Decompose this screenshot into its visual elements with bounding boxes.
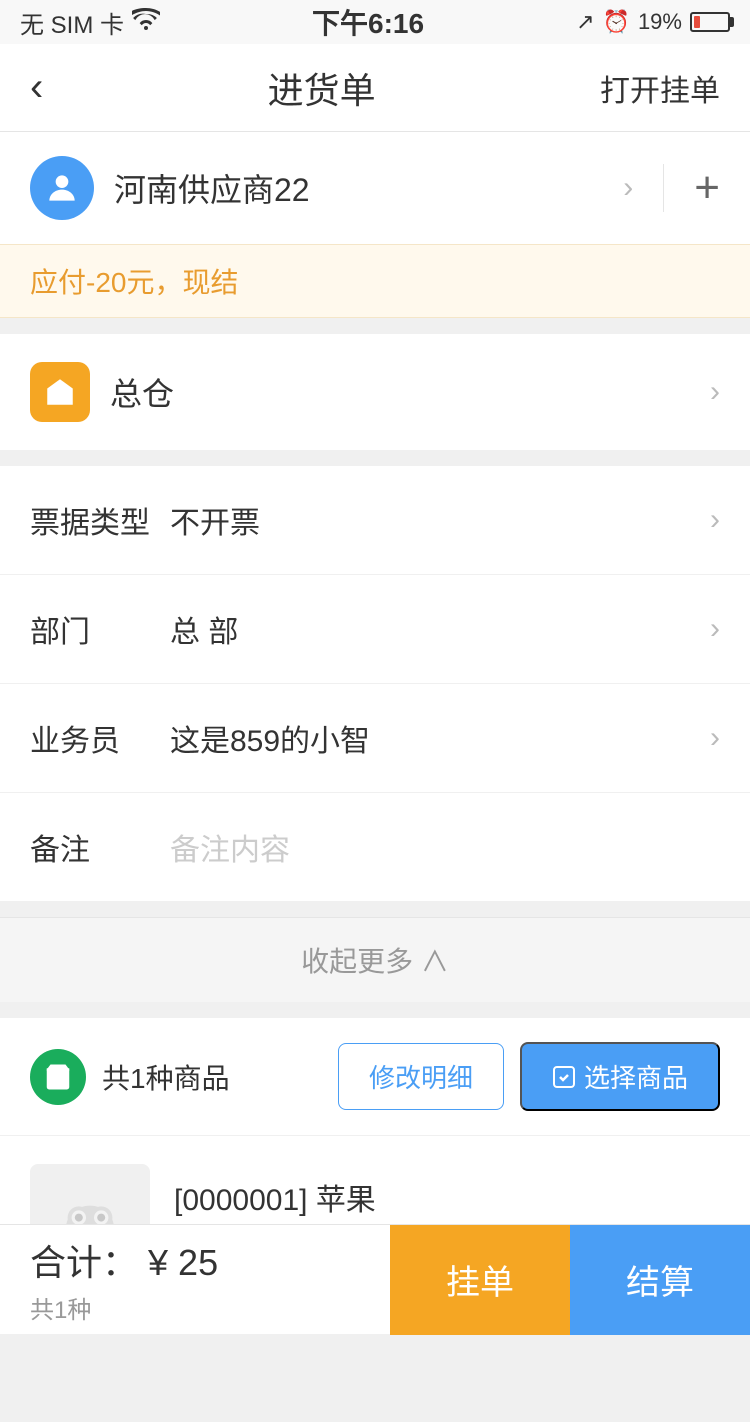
add-supplier-button[interactable]: + [694,163,720,213]
select-product-icon [552,1065,576,1089]
wifi-icon [132,8,160,37]
divider [663,164,664,212]
person-icon [43,169,81,207]
nav-bar: ‹ 进货单 打开挂单 [0,44,750,132]
checkout-button[interactable]: 结算 [570,1225,750,1335]
warehouse-section: 总仓 › [0,334,750,450]
sales-chevron-icon: › [710,721,720,755]
carrier-label: 无 SIM 卡 [20,5,124,40]
product-count-text: 共1种商品 [102,1057,338,1097]
select-product-button[interactable]: 选择商品 [520,1042,720,1111]
product-header: 共1种商品 修改明细 选择商品 [0,1018,750,1136]
select-product-label: 选择商品 [584,1058,688,1095]
status-bar: 无 SIM 卡 下午6:16 ↗ ⏰ 19% [0,0,750,44]
total-count: 共1种 [30,1290,360,1325]
invoice-value: 不开票 [170,498,710,542]
battery-icon [690,12,730,32]
sales-label: 业务员 [30,716,170,760]
warehouse-chevron-icon: › [710,375,720,409]
product-count-icon [30,1049,86,1105]
alarm-icon: ⏰ [603,9,630,35]
status-right: ↗ ⏰ 19% [576,9,730,35]
remark-input[interactable]: 备注内容 [170,825,720,869]
home-icon [43,375,77,409]
supplier-info-banner: 应付-20元，现结 [0,244,750,318]
warehouse-icon [30,362,90,422]
total-amount: 合计： ¥ 25 [30,1234,360,1286]
supplier-name: 河南供应商22 [114,165,623,211]
sales-value: 这是859的小智 [170,716,710,760]
product-title: 苹果 [316,1184,376,1217]
dept-row[interactable]: 部门 总 部 › [0,575,750,684]
supplier-section: 河南供应商22 › + 应付-20元，现结 [0,132,750,318]
open-pending-button[interactable]: 打开挂单 [600,66,720,110]
total-value: ¥ 25 [148,1242,218,1283]
warehouse-row[interactable]: 总仓 › [0,334,750,450]
bottom-bar: 合计： ¥ 25 共1种 挂单 结算 [0,1224,750,1334]
sales-row[interactable]: 业务员 这是859的小智 › [0,684,750,793]
warehouse-name: 总仓 [110,369,710,415]
battery-percent: 19% [638,9,682,35]
back-button[interactable]: ‹ [30,65,43,110]
edit-detail-button[interactable]: 修改明细 [338,1043,504,1110]
supplier-chevron-icon: › [623,171,633,205]
invoice-label: 票据类型 [30,498,170,542]
status-left: 无 SIM 卡 [20,5,160,40]
location-icon: ↗ [576,9,594,35]
product-code: [0000001] [174,1184,307,1217]
dept-value: 总 部 [170,607,710,651]
dept-label: 部门 [30,607,170,651]
status-time: 下午6:16 [312,2,424,42]
pending-button[interactable]: 挂单 [390,1225,570,1335]
cart-icon [43,1062,73,1092]
page-title: 进货单 [268,62,376,114]
invoice-chevron-icon: › [710,503,720,537]
remark-label: 备注 [30,825,170,869]
product-name: [0000001] 苹果 [174,1175,662,1219]
dept-chevron-icon: › [710,612,720,646]
supplier-avatar [30,156,94,220]
invoice-row[interactable]: 票据类型 不开票 › [0,466,750,575]
remark-row[interactable]: 备注 备注内容 [0,793,750,901]
total-label: 合计： [30,1242,138,1283]
form-section: 票据类型 不开票 › 部门 总 部 › 业务员 这是859的小智 › 备注 备注… [0,466,750,901]
supplier-row[interactable]: 河南供应商22 › + [0,132,750,244]
total-section: 合计： ¥ 25 共1种 [0,1234,390,1325]
collapse-toggle[interactable]: 收起更多 ∧ [0,917,750,1002]
